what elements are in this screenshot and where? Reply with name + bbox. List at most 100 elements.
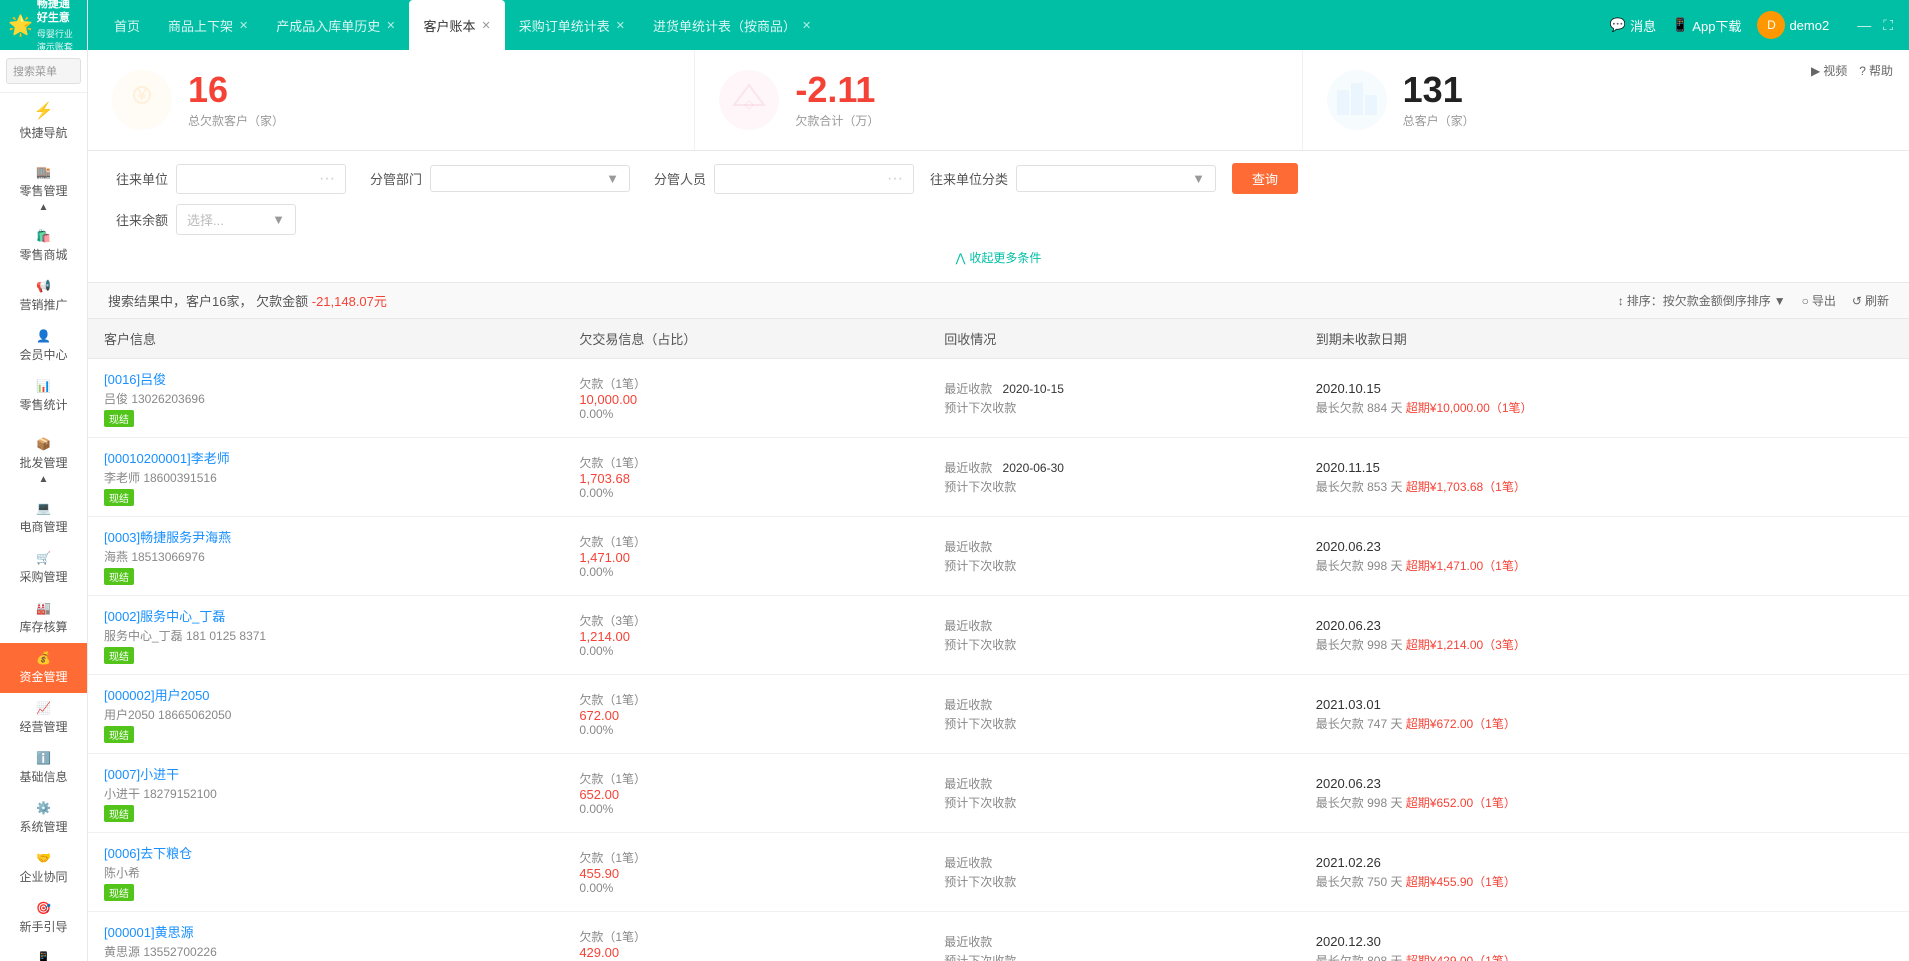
collapse-filter-btn[interactable]: ⋀ 收起更多条件 (108, 245, 1889, 270)
cell-overdue-4: 2021.03.01 最长欠款 747 天 超期¥672.00（1笔） (1300, 675, 1909, 754)
tab-purchase-stats[interactable]: 采购订单统计表 ✕ (505, 0, 639, 50)
next-label-3: 预计下次收款 (944, 636, 1284, 653)
search-menu-button[interactable]: 搜索菜单 (6, 58, 81, 84)
table-row: [0007]小进干 小进干 18279152100 现结 欠款（1笔） 652.… (88, 754, 1909, 833)
cell-debt-7: 欠款（1笔） 429.00 0.00% (563, 912, 928, 961)
stat-card-total: 131 总客户（家） ▶ 视频 ? 帮助 (1303, 50, 1909, 150)
collapse-icon: ⋀ (956, 251, 966, 265)
cell-overdue-7: 2020.12.30 最长欠款 808 天 超期¥429.00（1笔） (1300, 912, 1909, 961)
results-amount: -21,148.07元 (312, 294, 387, 309)
cell-customer-2: [0003]畅捷服务尹海燕 海燕 18513066976 现结 (88, 517, 563, 596)
customer-name-7[interactable]: [000001]黄思源 (104, 922, 547, 941)
recent-label-1: 最近收款 (944, 461, 992, 475)
sidebar-item-app-center[interactable]: 📱 应用中心 (0, 943, 87, 961)
recent-label-4: 最近收款 (944, 698, 992, 712)
sidebar-item-ops[interactable]: 📈 经营管理 (0, 693, 87, 743)
filter-row-2: 往来余额 选择... ▼ (108, 204, 1889, 235)
filter-label-person: 分管人员 (646, 169, 706, 188)
overdue-days-3: 最长欠款 998 天 超期¥1,214.00（3笔） (1316, 636, 1893, 653)
customer-name-3[interactable]: [0002]服务中心_丁磊 (104, 606, 547, 625)
capital-icon: 💰 (36, 651, 51, 665)
overdue-date-1: 2020.11.15 (1316, 460, 1893, 475)
customer-tag-6: 现结 (104, 884, 134, 901)
next-label-0: 预计下次收款 (944, 399, 1284, 416)
recent-label-7: 最近收款 (944, 935, 992, 949)
user-area[interactable]: D demo2 (1757, 11, 1829, 39)
customer-name-2[interactable]: [0003]畅捷服务尹海燕 (104, 527, 547, 546)
sidebar-item-retail-mgmt[interactable]: 🏬 零售管理 ▲ (0, 157, 87, 221)
customer-name-5[interactable]: [0007]小进干 (104, 764, 547, 783)
sidebar-item-ecom[interactable]: 💻 电商管理 (0, 493, 87, 543)
refresh-btn[interactable]: ↺ 刷新 (1852, 292, 1889, 309)
person-dots-icon: ··· (887, 170, 903, 188)
filter-select-balance[interactable]: 选择... ▼ (176, 204, 296, 235)
overdue-date-7: 2020.12.30 (1316, 934, 1893, 949)
tab-product-history[interactable]: 产成品入库单历史 ✕ (262, 0, 409, 50)
sidebar-item-enterprise[interactable]: 🤝 企业协同 (0, 843, 87, 893)
app-download-btn[interactable]: 📱 App下载 (1672, 16, 1741, 35)
tab-home[interactable]: 首页 (100, 0, 154, 50)
tab-close-inbound-stats[interactable]: ✕ (802, 19, 811, 32)
customer-name-0[interactable]: [0016]吕俊 (104, 369, 547, 388)
sidebar-item-capital[interactable]: 💰 资金管理 (0, 643, 87, 693)
message-btn[interactable]: 💬 消息 (1610, 16, 1656, 35)
results-actions: ↕ 排序：按欠款金额倒序排序 ▼ ○ 导出 ↺ 刷新 (1618, 292, 1889, 309)
sidebar-item-system[interactable]: ⚙️ 系统管理 (0, 793, 87, 843)
video-btn[interactable]: ▶ 视频 (1811, 62, 1847, 79)
cell-overdue-5: 2020.06.23 最长欠款 998 天 超期¥652.00（1笔） (1300, 754, 1909, 833)
stat-label-debt: 欠款合计（万） (795, 112, 879, 129)
table-row: [0006]去下粮仓 陈小希 现结 欠款（1笔） 455.90 0.00% 最近… (88, 833, 1909, 912)
filter-select-dept[interactable]: ▼ (430, 165, 630, 192)
tab-customer-account[interactable]: 客户账本 ✕ (409, 0, 504, 50)
customer-name-6[interactable]: [0006]去下粮仓 (104, 843, 547, 862)
cell-debt-0: 欠款（1笔） 10,000.00 0.00% (563, 359, 928, 438)
sidebar-item-marketing[interactable]: 📢 营销推广 (0, 271, 87, 321)
sidebar-item-retail-mall[interactable]: 🛍️ 零售商城 (0, 221, 87, 271)
filter-select-unit-category[interactable]: ▼ (1016, 165, 1216, 192)
sidebar-item-retail-stats[interactable]: 📊 零售统计 (0, 371, 87, 421)
stat-icon-customers: ¥ (112, 70, 172, 130)
sort-arrow-icon: ▼ (1774, 294, 1786, 308)
customer-name-4[interactable]: [000002]用户2050 (104, 685, 547, 704)
overdue-days-6: 最长欠款 750 天 超期¥455.90（1笔） (1316, 873, 1893, 890)
cell-customer-5: [0007]小进干 小进干 18279152100 现结 (88, 754, 563, 833)
sidebar-item-newbie[interactable]: 🎯 新手引导 (0, 893, 87, 943)
sidebar-item-purchase[interactable]: 🛒 采购管理 (0, 543, 87, 593)
minimize-btn[interactable]: — (1853, 15, 1875, 35)
cell-debt-3: 欠款（3笔） 1,214.00 0.00% (563, 596, 928, 675)
customer-sub-3: 服务中心_丁磊 181 0125 8371 (104, 627, 547, 644)
debt-percent-5: 0.00% (579, 802, 912, 816)
col-customer-info: 客户信息 (88, 319, 563, 359)
overdue-badge-1: 超期¥1,703.68（1笔） (1406, 480, 1526, 494)
filter-input-source-unit[interactable]: ··· (176, 164, 346, 194)
recent-label-5: 最近收款 (944, 777, 992, 791)
overdue-date-3: 2020.06.23 (1316, 618, 1893, 633)
sidebar-item-basic[interactable]: ℹ️ 基础信息 (0, 743, 87, 793)
filter-dept: 分管部门 ▼ (362, 165, 630, 192)
filter-input-person[interactable]: ··· (714, 164, 914, 194)
sidebar-item-batch-mgmt[interactable]: 📦 批发管理 ▲ (0, 429, 87, 493)
tab-product-shelf[interactable]: 商品上下架 ✕ (154, 0, 262, 50)
stat-value-total: 131 (1403, 72, 1475, 108)
tab-close-product-shelf[interactable]: ✕ (239, 19, 248, 32)
tab-close-purchase-stats[interactable]: ✕ (616, 19, 625, 32)
help-btn[interactable]: ? 帮助 (1859, 62, 1893, 79)
export-btn[interactable]: ○ 导出 (1802, 292, 1836, 309)
marketing-icon: 📢 (36, 279, 51, 293)
cell-overdue-6: 2021.02.26 最长欠款 750 天 超期¥455.90（1笔） (1300, 833, 1909, 912)
sidebar-item-quick-nav[interactable]: ⚡ 快捷导航 (0, 93, 87, 149)
next-label-5: 预计下次收款 (944, 794, 1284, 811)
tab-close-product-history[interactable]: ✕ (386, 19, 395, 32)
tab-inbound-stats[interactable]: 进货单统计表（按商品） ✕ (639, 0, 825, 50)
debt-percent-6: 0.00% (579, 881, 912, 895)
sidebar-item-inventory[interactable]: 🏭 库存核算 (0, 593, 87, 643)
overdue-days-1: 最长欠款 853 天 超期¥1,703.68（1笔） (1316, 478, 1893, 495)
query-button[interactable]: 查询 (1232, 163, 1298, 194)
customer-name-1[interactable]: [00010200001]李老师 (104, 448, 547, 467)
topbar: 首页 商品上下架 ✕ 产成品入库单历史 ✕ 客户账本 ✕ 采购订单统计表 ✕ 进… (88, 0, 1909, 50)
sidebar-item-member[interactable]: 👤 会员中心 (0, 321, 87, 371)
maximize-btn[interactable]: ⛶ (1879, 15, 1897, 36)
help-icon: ? (1859, 64, 1866, 78)
sort-select[interactable]: ↕ 排序：按欠款金额倒序排序 ▼ (1618, 292, 1786, 309)
tab-close-customer-account[interactable]: ✕ (482, 19, 491, 32)
